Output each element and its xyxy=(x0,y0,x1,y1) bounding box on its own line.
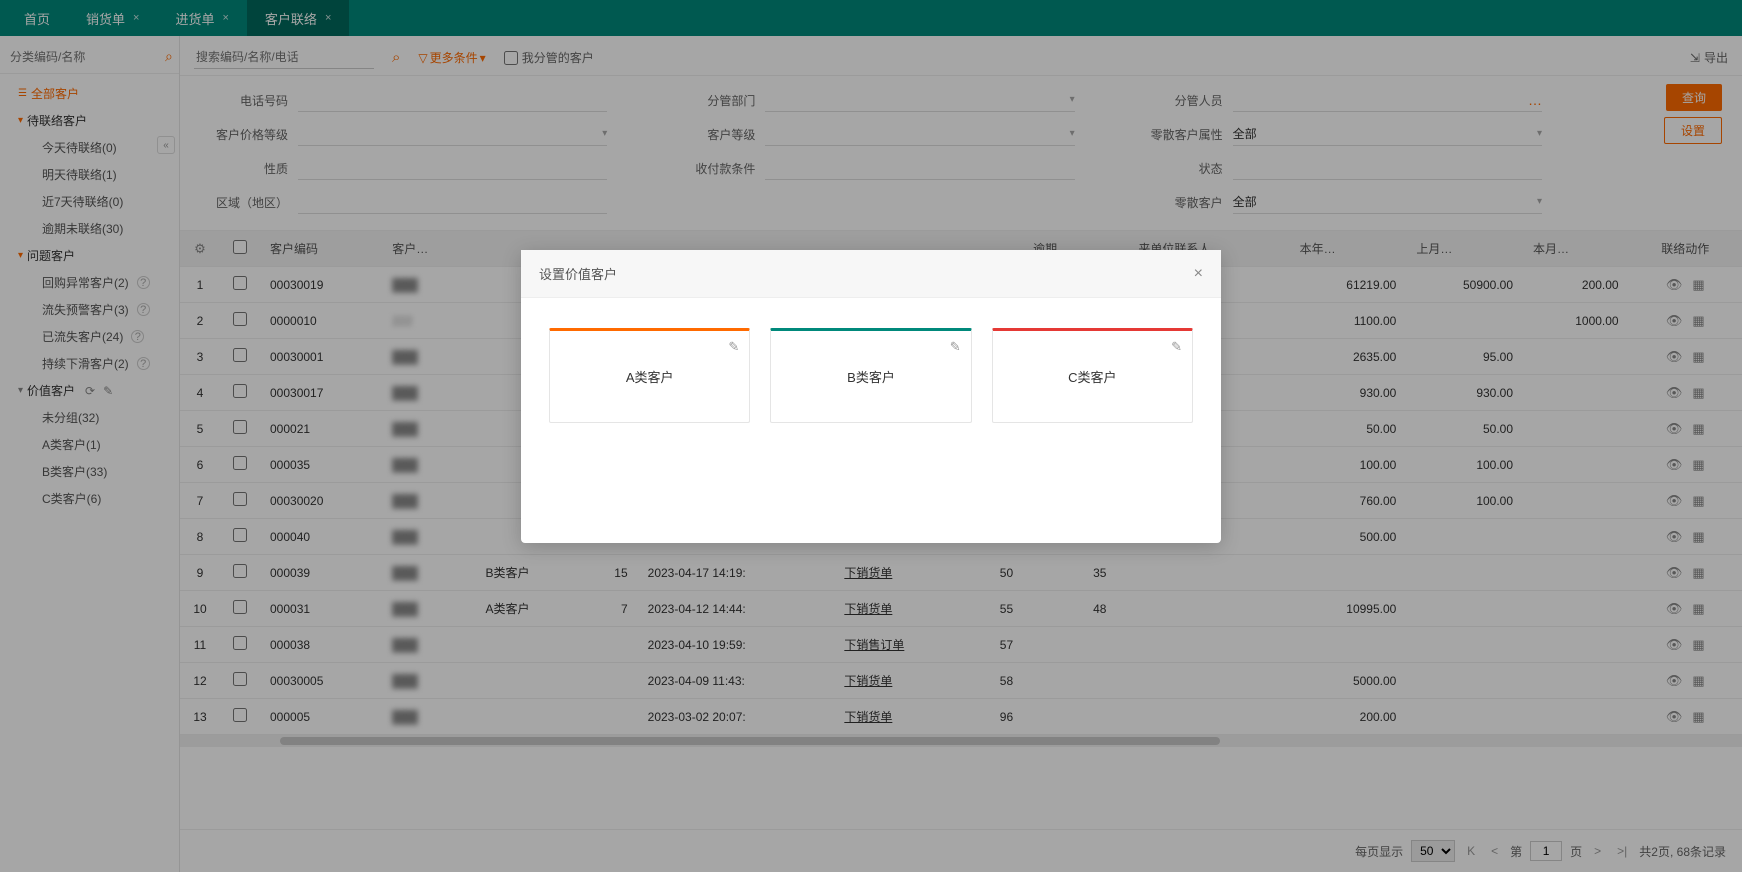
edit-icon[interactable]: ✎ xyxy=(728,339,739,355)
edit-icon[interactable]: ✎ xyxy=(950,339,961,355)
modal-overlay: 设置价值客户 × ✎ A类客户 ✎ B类客户 ✎ C类客户 xyxy=(0,0,1742,872)
edit-icon[interactable]: ✎ xyxy=(1171,339,1182,355)
modal-title: 设置价值客户 xyxy=(539,264,617,283)
modal-header: 设置价值客户 × xyxy=(521,250,1221,298)
card-c-customer[interactable]: ✎ C类客户 xyxy=(992,328,1193,423)
close-icon[interactable]: × xyxy=(1194,265,1203,283)
value-customer-modal: 设置价值客户 × ✎ A类客户 ✎ B类客户 ✎ C类客户 xyxy=(521,250,1221,543)
card-b-customer[interactable]: ✎ B类客户 xyxy=(770,328,971,423)
modal-body: ✎ A类客户 ✎ B类客户 ✎ C类客户 xyxy=(521,298,1221,543)
card-a-customer[interactable]: ✎ A类客户 xyxy=(549,328,750,423)
